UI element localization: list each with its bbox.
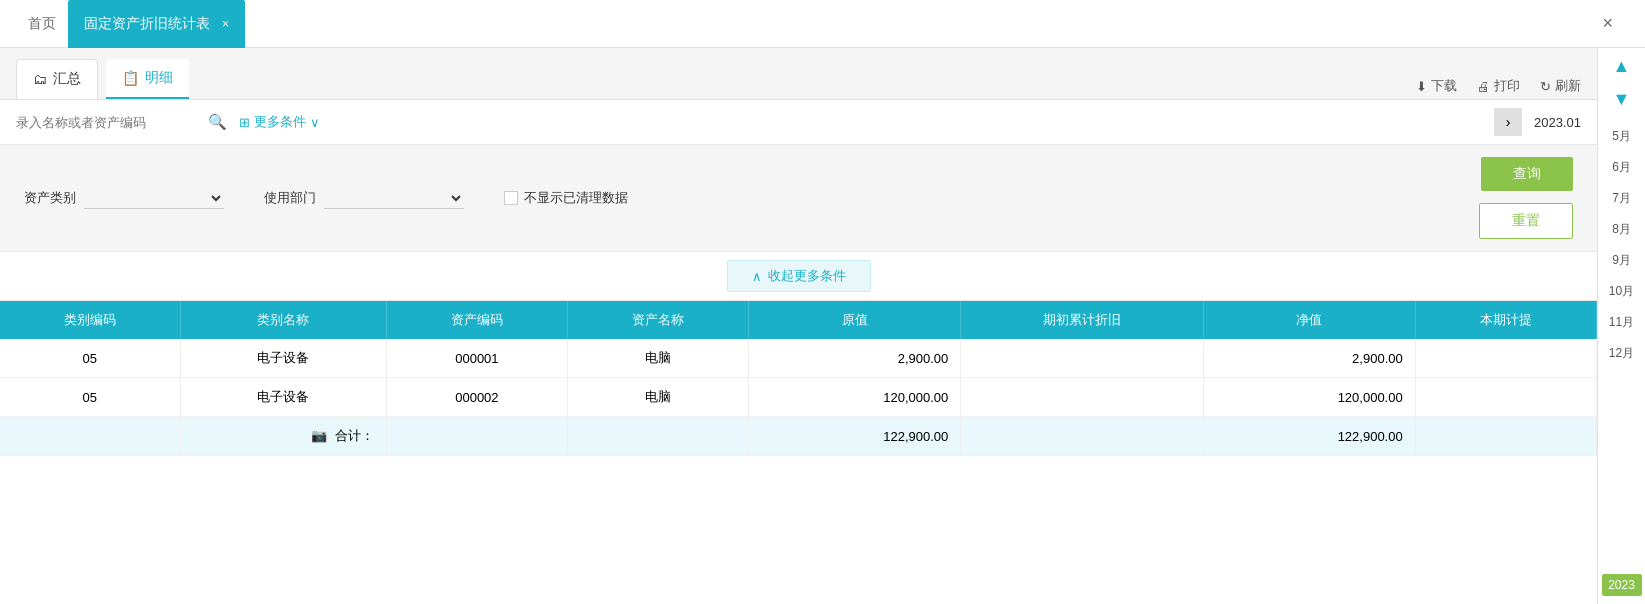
table-header-row: 类别编码 类别名称 资产编码 资产名称 原值 期初累计折旧 净值 本期计提 <box>0 301 1597 339</box>
cell-asset-name: 电脑 <box>568 378 749 417</box>
total-label-cell <box>0 417 180 456</box>
summary-icon: 🗂 <box>33 71 47 87</box>
sidebar-month-btn[interactable]: 11月 <box>1602 308 1642 337</box>
sidebar-month-btn[interactable]: 9月 <box>1602 246 1642 275</box>
hide-cleared-label: 不显示已清理数据 <box>524 189 628 207</box>
more-conditions-button[interactable]: ⊞ 更多条件 ∨ <box>239 113 320 131</box>
collapse-icon: ∧ <box>752 269 762 284</box>
sub-tabs-container: 🗂 汇总 📋 明细 ⬇ 下载 🖨 打印 ↻ 刷新 <box>0 48 1597 100</box>
cell-asset-code: 000002 <box>386 378 567 417</box>
cell-current-depreciation <box>1415 378 1596 417</box>
summary-label: 汇总 <box>53 70 81 88</box>
cell-category-code: 05 <box>0 378 180 417</box>
col-current-depreciation: 本期计提 <box>1415 301 1596 339</box>
table-row: 05 电子设备 000001 电脑 2,900.00 2,900.00 <box>0 339 1597 378</box>
print-icon: 🖨 <box>1477 79 1490 94</box>
total-asset-name <box>568 417 749 456</box>
total-accumulated <box>961 417 1203 456</box>
table-row: 05 电子设备 000002 电脑 120,000.00 120,000.00 <box>0 378 1597 417</box>
refresh-label: 刷新 <box>1555 77 1581 95</box>
tab-close-icon[interactable]: × <box>222 17 229 31</box>
window-close-button[interactable]: × <box>1586 13 1629 34</box>
home-nav[interactable]: 首页 <box>16 15 68 33</box>
query-button[interactable]: 查询 <box>1481 157 1573 191</box>
cell-net-value: 2,900.00 <box>1203 339 1415 378</box>
advanced-filter-panel: 资产类别 使用部门 不显示已清理数据 查询 重置 <box>0 145 1597 252</box>
col-category-name: 类别名称 <box>180 301 386 339</box>
sidebar-up-icon[interactable]: ▲ <box>1613 56 1631 77</box>
total-asset-code <box>386 417 567 456</box>
cell-asset-name: 电脑 <box>568 339 749 378</box>
detail-label: 明细 <box>145 69 173 87</box>
col-asset-name: 资产名称 <box>568 301 749 339</box>
year-badge[interactable]: 2023 <box>1602 574 1642 596</box>
tab-label: 固定资产折旧统计表 <box>84 15 210 33</box>
right-sidebar: ▲ ▼ 5月6月7月8月9月10月11月12月 2023 <box>1597 48 1645 604</box>
refresh-button[interactable]: ↻ 刷新 <box>1540 77 1581 95</box>
col-original-value: 原值 <box>749 301 961 339</box>
sidebar-month-btn[interactable]: 5月 <box>1602 122 1642 151</box>
download-button[interactable]: ⬇ 下载 <box>1416 77 1457 95</box>
col-category-code: 类别编码 <box>0 301 180 339</box>
cell-original-value: 2,900.00 <box>749 339 961 378</box>
col-asset-code: 资产编码 <box>386 301 567 339</box>
reset-button[interactable]: 重置 <box>1479 203 1573 239</box>
sidebar-month-btn[interactable]: 10月 <box>1602 277 1642 306</box>
data-table: 类别编码 类别名称 资产编码 资产名称 原值 期初累计折旧 净值 本期计提 05… <box>0 301 1597 456</box>
collapse-button[interactable]: ∧ 收起更多条件 <box>727 260 871 292</box>
collapse-bar: ∧ 收起更多条件 <box>0 252 1597 301</box>
asset-type-select[interactable] <box>84 187 224 209</box>
search-icon[interactable]: 🔍 <box>208 113 227 131</box>
col-accumulated-depreciation: 期初累计折旧 <box>961 301 1203 339</box>
cell-category-name: 电子设备 <box>180 339 386 378</box>
col-net-value: 净值 <box>1203 301 1415 339</box>
more-conditions-label: 更多条件 <box>254 113 306 131</box>
sidebar-down-icon[interactable]: ▼ <box>1613 89 1631 110</box>
total-icon: 📷 <box>311 428 327 443</box>
print-label: 打印 <box>1494 77 1520 95</box>
tab-detail[interactable]: 📋 明细 <box>106 59 189 99</box>
sidebar-month-btn[interactable]: 12月 <box>1602 339 1642 368</box>
detail-icon: 📋 <box>122 70 139 86</box>
download-label: 下载 <box>1431 77 1457 95</box>
date-nav-arrow[interactable]: › <box>1494 108 1522 136</box>
sidebar-month-btn[interactable]: 6月 <box>1602 153 1642 182</box>
department-filter: 使用部门 <box>264 187 464 209</box>
table-total-row: 📷 合计： 122,900.00 122,900.00 <box>0 417 1597 456</box>
total-net-value: 122,900.00 <box>1203 417 1415 456</box>
tab-summary[interactable]: 🗂 汇总 <box>16 59 98 99</box>
department-label: 使用部门 <box>264 189 316 207</box>
hide-cleared-group: 不显示已清理数据 <box>504 189 628 207</box>
cell-accumulated-depreciation <box>961 339 1203 378</box>
total-label-cell2: 📷 合计： <box>180 417 386 456</box>
fixed-assets-tab[interactable]: 固定资产折旧统计表 × <box>68 0 245 48</box>
date-display: 2023.01 <box>1534 115 1581 130</box>
table-container: 类别编码 类别名称 资产编码 资产名称 原值 期初累计折旧 净值 本期计提 05… <box>0 301 1597 604</box>
cell-category-name: 电子设备 <box>180 378 386 417</box>
search-input[interactable] <box>16 115 196 130</box>
chevron-down-icon: ∨ <box>310 115 320 130</box>
cell-original-value: 120,000.00 <box>749 378 961 417</box>
cell-accumulated-depreciation <box>961 378 1203 417</box>
total-current <box>1415 417 1596 456</box>
cell-asset-code: 000001 <box>386 339 567 378</box>
asset-type-filter: 资产类别 <box>24 187 224 209</box>
download-icon: ⬇ <box>1416 79 1427 94</box>
cell-category-code: 05 <box>0 339 180 378</box>
collapse-label: 收起更多条件 <box>768 267 846 285</box>
cell-current-depreciation <box>1415 339 1596 378</box>
refresh-icon: ↻ <box>1540 79 1551 94</box>
department-select[interactable] <box>324 187 464 209</box>
filter-bar: 🔍 ⊞ 更多条件 ∨ › 2023.01 <box>0 100 1597 145</box>
sidebar-month-btn[interactable]: 8月 <box>1602 215 1642 244</box>
total-original-value: 122,900.00 <box>749 417 961 456</box>
filter-icon: ⊞ <box>239 115 250 130</box>
sidebar-month-btn[interactable]: 7月 <box>1602 184 1642 213</box>
print-button[interactable]: 🖨 打印 <box>1477 77 1520 95</box>
asset-type-label: 资产类别 <box>24 189 76 207</box>
hide-cleared-checkbox[interactable] <box>504 191 518 205</box>
cell-net-value: 120,000.00 <box>1203 378 1415 417</box>
